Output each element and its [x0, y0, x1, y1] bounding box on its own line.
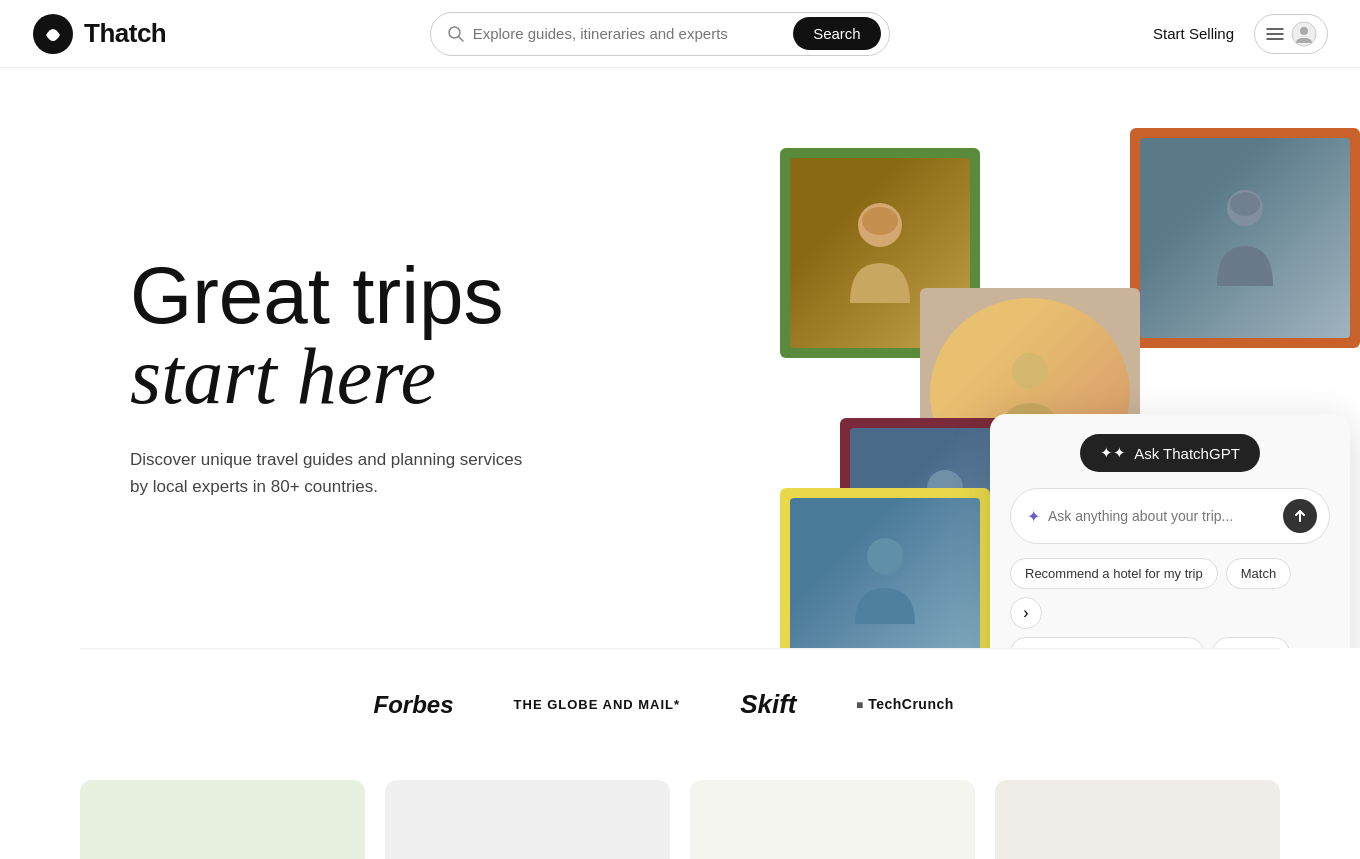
ask-input-row: ✦ [1010, 488, 1330, 544]
hero-title: Great trips start here [130, 256, 650, 416]
menu-icon [1265, 24, 1285, 44]
logo[interactable]: Thatch [32, 13, 166, 55]
logo-text: Thatch [84, 18, 166, 49]
svg-point-7 [1300, 27, 1308, 35]
svg-point-9 [862, 207, 898, 235]
search-icon [447, 25, 465, 43]
svg-line-2 [458, 36, 463, 41]
send-button[interactable] [1283, 499, 1317, 533]
chip-row-1: Recommend a hotel for my trip Match › [1010, 558, 1330, 629]
menu-user-button[interactable] [1254, 14, 1328, 54]
hero-subtitle-line1: Discover unique travel guides and planni… [130, 450, 522, 469]
chevron-right-icon: › [1023, 604, 1028, 622]
chip-brainstorm[interactable]: Brainstorm destination ideas [1010, 637, 1204, 648]
ask-button-label: Ask ThatchGPT [1134, 445, 1240, 462]
svg-point-15 [867, 538, 903, 574]
person-photo-2 [1140, 138, 1350, 338]
chat-input[interactable] [1048, 508, 1275, 524]
header: Thatch Search Start Selling [0, 0, 1360, 68]
chip-row-2: Brainstorm destination ideas Suggest [1010, 637, 1330, 648]
user-icon [1291, 21, 1317, 47]
press-logos-section: Forbes THE GLOBE AND MAIL* Skift ■ TechC… [0, 649, 1360, 760]
hero-text: Great trips start here Discover unique t… [130, 256, 650, 500]
chip-recommend-hotel[interactable]: Recommend a hotel for my trip [1010, 558, 1218, 589]
bottom-card-4 [995, 780, 1280, 859]
stars-icon: ✦✦ [1100, 444, 1126, 462]
press-logo-globe: THE GLOBE AND MAIL* [514, 697, 681, 712]
photo-card-6 [780, 488, 990, 648]
photo-card-2 [1130, 128, 1360, 348]
hero-subtitle-line2: by local experts in 80+ countries. [130, 477, 378, 496]
hero-title-line1: Great trips [130, 256, 650, 336]
photo-collage: ✦✦ Ask ThatchGPT ✦ Recommend a hotel for… [780, 128, 1360, 608]
ask-thatchgpt-button[interactable]: ✦✦ Ask ThatchGPT [1080, 434, 1260, 472]
svg-point-11 [1230, 192, 1260, 216]
logo-icon [32, 13, 74, 55]
search-input[interactable] [473, 25, 785, 42]
techcrunch-logo-svg: ■ TechCrunch [856, 689, 986, 717]
hero-section: Great trips start here Discover unique t… [0, 68, 1360, 648]
press-logo-skift: Skift [740, 689, 796, 720]
start-selling-button[interactable]: Start Selling [1153, 25, 1234, 42]
bottom-card-3 [690, 780, 975, 859]
hero-title-line2: start here [130, 336, 650, 416]
chip-match[interactable]: Match [1226, 558, 1291, 589]
bottom-cards-section [0, 760, 1360, 859]
person-photo-6 [790, 498, 980, 648]
svg-point-12 [1012, 353, 1048, 389]
search-button[interactable]: Search [793, 17, 881, 50]
press-logo-techcrunch: ■ TechCrunch [856, 689, 986, 720]
chip-scroll-right[interactable]: › [1010, 597, 1042, 629]
bottom-card-1 [80, 780, 365, 859]
press-logo-forbes: Forbes [374, 691, 454, 719]
hero-subtitle: Discover unique travel guides and planni… [130, 446, 560, 500]
bottom-card-2 [385, 780, 670, 859]
chip-suggest[interactable]: Suggest [1212, 637, 1290, 648]
svg-text:■ TechCrunch: ■ TechCrunch [856, 696, 954, 712]
search-bar: Search [430, 12, 890, 56]
chat-popup: ✦✦ Ask ThatchGPT ✦ Recommend a hotel for… [990, 414, 1350, 648]
input-stars-icon: ✦ [1027, 507, 1040, 526]
send-arrow-icon [1292, 508, 1308, 524]
header-right: Start Selling [1153, 14, 1328, 54]
